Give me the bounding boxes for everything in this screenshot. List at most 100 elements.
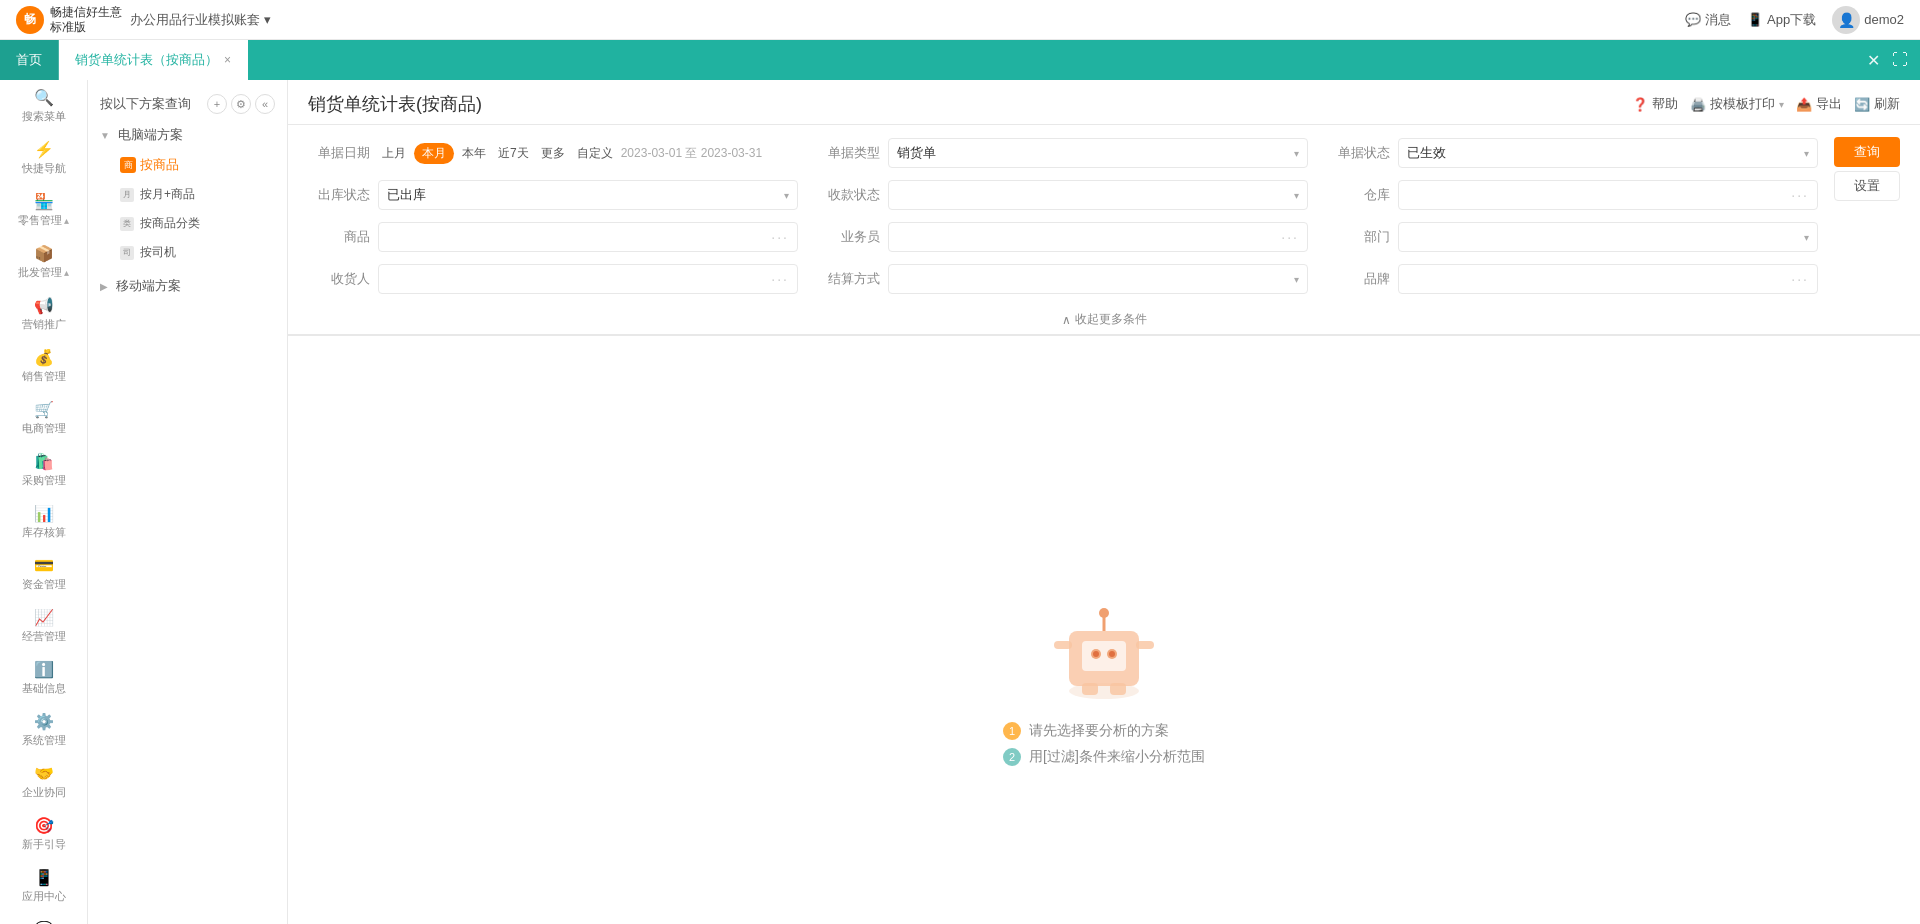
chevron-down-icon: ▾ bbox=[264, 12, 271, 27]
tree-item-month-product[interactable]: 月 按月+商品 bbox=[88, 180, 287, 209]
tab-bar: 首页 销货单统计表（按商品） × ✕ ⛶ bbox=[0, 40, 1920, 80]
tab-maximize-button[interactable]: ⛶ bbox=[1888, 47, 1912, 73]
sidebar-item-marketing[interactable]: 📢 营销推广 bbox=[0, 288, 87, 340]
print-icon: 🖨️ bbox=[1690, 97, 1706, 112]
logo: 畅 畅捷信好生意 标准版 bbox=[16, 5, 122, 34]
app-download-button[interactable]: 📱 App下载 bbox=[1747, 11, 1816, 29]
settlement-label: 结算方式 bbox=[818, 270, 888, 288]
salesman-input[interactable]: ··· bbox=[888, 222, 1308, 252]
sidebar-item-operations[interactable]: 📈 经营管理 bbox=[0, 600, 87, 652]
ecom-icon: 🛒 bbox=[34, 400, 54, 419]
outstatus-select[interactable]: 已出库 ▾ bbox=[378, 180, 798, 210]
system-icon: ⚙️ bbox=[34, 712, 54, 731]
main-layout: 🔍 搜索菜单 ⚡ 快捷导航 🏪 零售管理 ▴ 📦 批发管理 ▴ 📢 营销推广 bbox=[0, 80, 1920, 924]
tree-item-by-driver[interactable]: 司 按司机 bbox=[88, 238, 287, 267]
help-button[interactable]: ❓ 帮助 bbox=[1632, 95, 1678, 113]
sidebar-item-finance[interactable]: 💳 资金管理 bbox=[0, 548, 87, 600]
sidebar-item-quicknav[interactable]: ⚡ 快捷导航 bbox=[0, 132, 87, 184]
sidebar-item-inventory[interactable]: 📊 库存核算 bbox=[0, 496, 87, 548]
warehouse-input[interactable]: ··· bbox=[1398, 180, 1818, 210]
sidebar-item-system[interactable]: ⚙️ 系统管理 bbox=[0, 704, 87, 756]
tree-expand-arrow: ▼ bbox=[100, 130, 110, 141]
brand-label: 品牌 bbox=[1328, 270, 1398, 288]
tab-home[interactable]: 首页 bbox=[0, 40, 59, 80]
sidebar-item-wholesale[interactable]: 📦 批发管理 ▴ bbox=[0, 236, 87, 288]
sidebar-item-search[interactable]: 🔍 搜索菜单 bbox=[0, 80, 87, 132]
filter-row-1: 单据日期 上月 本月 本年 近7天 更多 自定义 20 bbox=[308, 137, 1818, 169]
date-label: 单据日期 bbox=[308, 144, 378, 162]
tree-item-product-category[interactable]: 类 按商品分类 bbox=[88, 209, 287, 238]
collectstatus-select[interactable]: ▾ bbox=[888, 180, 1308, 210]
date-tabs: 上月 本月 本年 近7天 更多 自定义 bbox=[378, 143, 617, 164]
inventory-icon: 📊 bbox=[34, 504, 54, 523]
query-button[interactable]: 查询 bbox=[1834, 137, 1900, 167]
svg-rect-11 bbox=[1082, 683, 1098, 695]
goods-dots: ··· bbox=[771, 229, 789, 245]
content-area: 销货单统计表(按商品) ❓ 帮助 🖨️ 按模板打印 ▾ 📤 导出 🔄 刷新 bbox=[288, 80, 1920, 924]
print-button[interactable]: 🖨️ 按模板打印 ▾ bbox=[1690, 95, 1784, 113]
quicknav-icon: ⚡ bbox=[34, 140, 54, 159]
collapse-bar[interactable]: ∧ 收起更多条件 bbox=[288, 305, 1920, 335]
goods-input[interactable]: ··· bbox=[378, 222, 798, 252]
sidebar-item-collab[interactable]: 🤝 企业协同 bbox=[0, 756, 87, 808]
sidebar-item-base[interactable]: ℹ️ 基础信息 bbox=[0, 652, 87, 704]
sidebar-item-purchase[interactable]: 🛍️ 采购管理 bbox=[0, 444, 87, 496]
date-tab-thisyear[interactable]: 本年 bbox=[458, 143, 490, 164]
purchase-icon: 🛍️ bbox=[34, 452, 54, 471]
date-tab-lastmonth[interactable]: 上月 bbox=[378, 143, 410, 164]
tree-section-pc: ▼ 电脑端方案 bbox=[88, 120, 287, 150]
page-title: 销货单统计表(按商品) bbox=[308, 92, 482, 116]
tree-expand-arrow2: ▶ bbox=[100, 281, 108, 292]
sidebar-item-guide[interactable]: 🎯 新手引导 bbox=[0, 808, 87, 860]
tip-num-1: 1 bbox=[1003, 722, 1021, 740]
export-button[interactable]: 📤 导出 bbox=[1796, 95, 1842, 113]
warehouse-dots: ··· bbox=[1791, 187, 1809, 203]
date-tab-thismonth[interactable]: 本月 bbox=[414, 143, 454, 164]
settings-scheme-button[interactable]: ⚙ bbox=[231, 94, 251, 114]
settings-button[interactable]: 设置 bbox=[1834, 171, 1900, 201]
tab-minimize-button[interactable]: ✕ bbox=[1863, 47, 1884, 74]
filter-row-4: 收货人 ··· 结算方式 ▾ bbox=[308, 263, 1818, 295]
collapse-panel-button[interactable]: « bbox=[255, 94, 275, 114]
doctype-select[interactable]: 销货单 ▾ bbox=[888, 138, 1308, 168]
search-icon: 🔍 bbox=[34, 88, 54, 107]
tree-item-by-product[interactable]: 商 按商品 bbox=[88, 150, 287, 180]
marketing-icon: 📢 bbox=[34, 296, 54, 315]
filter-collectstatus-field: 收款状态 ▾ bbox=[818, 179, 1308, 211]
tab-close-icon[interactable]: × bbox=[224, 53, 231, 67]
dept-select[interactable]: ▾ bbox=[1398, 222, 1818, 252]
consignee-input[interactable]: ··· bbox=[378, 264, 798, 294]
user-avatar-button[interactable]: 👤 demo2 bbox=[1832, 6, 1904, 34]
brand-input[interactable]: ··· bbox=[1398, 264, 1818, 294]
collectstatus-arrow: ▾ bbox=[1294, 190, 1299, 201]
tree-section-mobile: ▶ 移动端方案 bbox=[88, 271, 287, 301]
tab-active-report[interactable]: 销货单统计表（按商品） × bbox=[59, 40, 248, 80]
doctype-label: 单据类型 bbox=[818, 144, 888, 162]
warehouse-label: 仓库 bbox=[1328, 186, 1398, 204]
sidebar-item-sales[interactable]: 💰 销售管理 bbox=[0, 340, 87, 392]
date-tab-custom[interactable]: 自定义 bbox=[573, 143, 617, 164]
add-scheme-button[interactable]: + bbox=[207, 94, 227, 114]
filter-settlement-field: 结算方式 ▾ bbox=[818, 263, 1308, 295]
date-tab-more[interactable]: 更多 bbox=[537, 143, 569, 164]
industry-selector[interactable]: 办公用品行业模拟账套 ▾ bbox=[130, 11, 271, 29]
weixin-icon: 💬 bbox=[34, 920, 54, 924]
sidebar-item-weixin[interactable]: 💬 企业微信 bbox=[0, 912, 87, 924]
brand-dots: ··· bbox=[1791, 271, 1809, 287]
sidebar-item-retail[interactable]: 🏪 零售管理 ▴ bbox=[0, 184, 87, 236]
sidebar-item-ecom[interactable]: 🛒 电商管理 bbox=[0, 392, 87, 444]
salesman-dots: ··· bbox=[1281, 229, 1299, 245]
left-panel-tools: + ⚙ « bbox=[207, 94, 275, 114]
messages-button[interactable]: 💬 消息 bbox=[1685, 11, 1731, 29]
guide-icon: 🎯 bbox=[34, 816, 54, 835]
settlement-select[interactable]: ▾ bbox=[888, 264, 1308, 294]
consignee-label: 收货人 bbox=[308, 270, 378, 288]
export-icon: 📤 bbox=[1796, 97, 1812, 112]
finance-icon: 💳 bbox=[34, 556, 54, 575]
docstatus-select[interactable]: 已生效 ▾ bbox=[1398, 138, 1818, 168]
sidebar-item-appstore[interactable]: 📱 应用中心 bbox=[0, 860, 87, 912]
empty-illustration bbox=[1044, 586, 1164, 706]
refresh-button[interactable]: 🔄 刷新 bbox=[1854, 95, 1900, 113]
logo-text: 畅捷信好生意 标准版 bbox=[50, 5, 122, 34]
date-tab-7days[interactable]: 近7天 bbox=[494, 143, 533, 164]
